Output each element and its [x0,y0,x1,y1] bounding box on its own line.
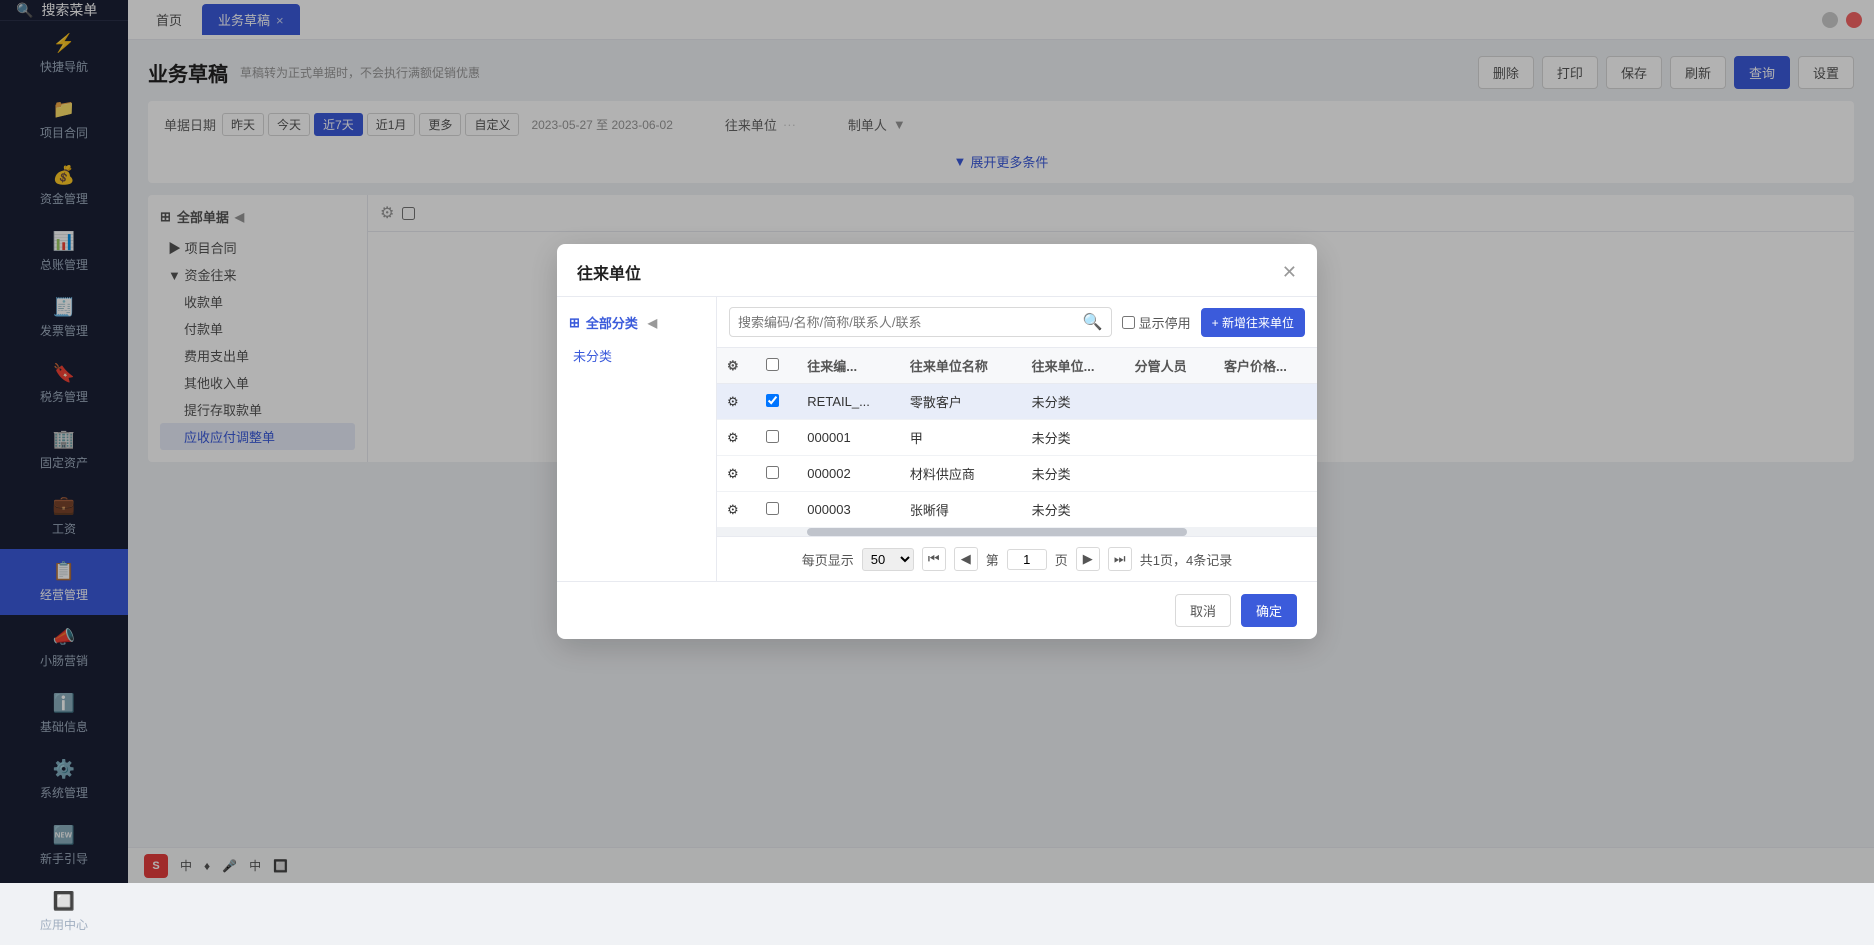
per-page-select[interactable]: 50 100 [862,548,914,571]
partner-dialog: 往来单位 ✕ ⊞ 全部分类 ◀ 未分类 🔍 [557,244,1317,639]
confirm-button[interactable]: 确定 [1241,594,1297,627]
dialog-table: ⚙ 往来编... 往来单位名称 往来单位... 分管人员 客户价格... ⚙ [717,348,1317,528]
row-manager-4 [1125,492,1214,528]
dialog-header: 往来单位 ✕ [557,244,1317,297]
show-disabled-checkbox[interactable] [1122,316,1135,329]
row-settings-3[interactable]: ⚙ [717,456,756,492]
table-row[interactable]: ⚙ 000002 材料供应商 未分类 [717,456,1317,492]
col-name: 往来单位名称 [900,348,1022,384]
row-category-3: 未分类 [1022,456,1125,492]
dialog-toolbar: 🔍 显示停用 + 新增往来单位 [717,297,1317,348]
col-price: 客户价格... [1214,348,1317,384]
row-category-4: 未分类 [1022,492,1125,528]
dialog-sidebar-item-未分类[interactable]: 未分类 [557,340,716,371]
row-price-2 [1214,420,1317,456]
dialog-body: ⊞ 全部分类 ◀ 未分类 🔍 显示停用 [557,297,1317,581]
row-settings-1[interactable]: ⚙ [717,384,756,420]
all-category-label: 全部分类 [586,313,638,332]
table-select-all[interactable] [766,358,779,371]
table-row[interactable]: ⚙ 000003 张晰得 未分类 [717,492,1317,528]
search-box[interactable]: 🔍 [729,307,1112,337]
dialog-footer: 取消 确定 [557,581,1317,639]
dialog-content: 🔍 显示停用 + 新增往来单位 ⚙ [717,297,1317,581]
row-code-4: 000003 [797,492,900,528]
col-code: 往来编... [797,348,900,384]
row-code-3: 000002 [797,456,900,492]
table-row[interactable]: ⚙ RETAIL_... 零散客户 未分类 [717,384,1317,420]
dialog-pagination: 每页显示 50 100 ⏮ ◀ 第 1 页 ▶ ⏭ 共1页，4条记录 [717,536,1317,581]
scrollbar-thumb[interactable] [807,528,1187,536]
last-page-btn[interactable]: ⏭ [1108,547,1132,571]
row-checkbox-2[interactable] [756,420,797,456]
row-manager-3 [1125,456,1214,492]
row-settings-2[interactable]: ⚙ [717,420,756,456]
next-page-btn[interactable]: ▶ [1076,547,1100,571]
total-info: 共1页，4条记录 [1140,550,1232,569]
dialog-sidebar-collapse-icon[interactable]: ◀ [648,316,657,330]
row-price-1 [1214,384,1317,420]
row-code-1: RETAIL_... [797,384,900,420]
row-category-2: 未分类 [1022,420,1125,456]
sidebar-label-apps: 应用中心 [40,916,88,933]
col-manager: 分管人员 [1125,348,1214,384]
page-number-input[interactable]: 1 [1007,549,1047,570]
add-partner-button[interactable]: + 新增往来单位 [1201,308,1305,337]
sidebar-item-apps[interactable]: 🔲 应用中心 [0,879,128,945]
row-price-3 [1214,456,1317,492]
row-manager-2 [1125,420,1214,456]
row-manager-1 [1125,384,1214,420]
search-icon-btn[interactable]: 🔍 [1083,312,1103,332]
dialog-sidebar-all-category[interactable]: ⊞ 全部分类 ◀ [557,309,716,340]
dialog-overlay: 往来单位 ✕ ⊞ 全部分类 ◀ 未分类 🔍 [0,0,1874,883]
dialog-sidebar: ⊞ 全部分类 ◀ 未分类 [557,297,717,581]
row-checkbox-4[interactable] [756,492,797,528]
row-settings-4[interactable]: ⚙ [717,492,756,528]
row-category-1: 未分类 [1022,384,1125,420]
page-word-after: 页 [1055,550,1068,569]
row-price-4 [1214,492,1317,528]
row-name-4: 张晰得 [900,492,1022,528]
show-disabled-label[interactable]: 显示停用 [1122,313,1191,332]
grid-icon-small: ⊞ [569,315,580,331]
row-name-3: 材料供应商 [900,456,1022,492]
row-name-1: 零散客户 [900,384,1022,420]
per-page-label: 每页显示 [802,550,854,569]
horizontal-scrollbar[interactable] [717,528,1317,536]
col-category: 往来单位... [1022,348,1125,384]
table-row[interactable]: ⚙ 000001 甲 未分类 [717,420,1317,456]
search-input[interactable] [738,315,1077,330]
dialog-title: 往来单位 [577,260,641,284]
row-code-2: 000001 [797,420,900,456]
row-name-2: 甲 [900,420,1022,456]
prev-page-btn[interactable]: ◀ [954,547,978,571]
col-select[interactable] [756,348,797,384]
page-word-before: 第 [986,550,999,569]
col-settings[interactable]: ⚙ [717,348,756,384]
sidebar-icon-apps: 🔲 [53,891,75,912]
row-checkbox-1[interactable] [756,384,797,420]
dialog-close-icon[interactable]: ✕ [1282,262,1297,283]
show-disabled-text: 显示停用 [1139,313,1191,332]
row-checkbox-3[interactable] [756,456,797,492]
first-page-btn[interactable]: ⏮ [922,547,946,571]
dialog-table-wrap: ⚙ 往来编... 往来单位名称 往来单位... 分管人员 客户价格... ⚙ [717,348,1317,528]
cancel-button[interactable]: 取消 [1175,594,1231,627]
